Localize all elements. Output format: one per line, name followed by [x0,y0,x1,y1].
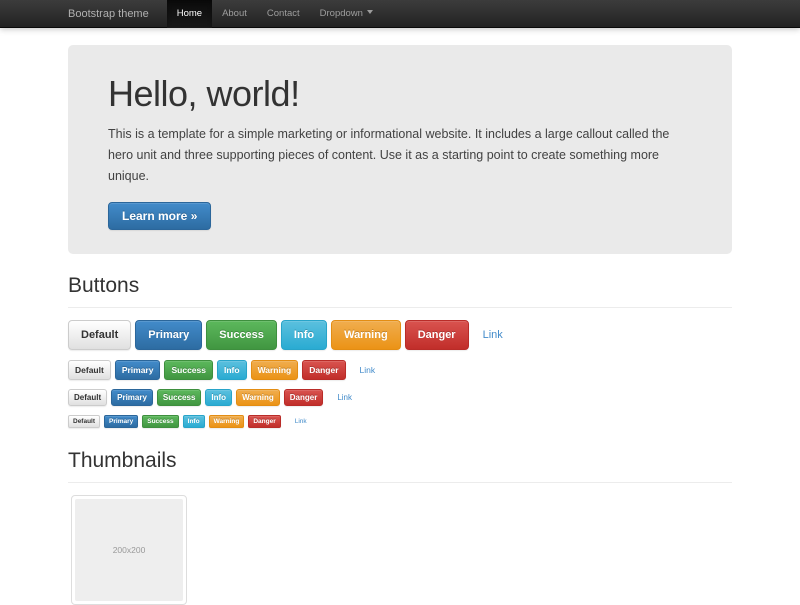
button-info-large[interactable]: Info [281,320,327,350]
chevron-down-icon [367,10,373,14]
buttons-heading: Buttons [68,274,732,298]
button-success-xsmall[interactable]: Success [142,415,178,428]
navbar-brand[interactable]: Bootstrap theme [68,0,167,28]
thumbnail-placeholder-image: 200x200 [75,499,183,601]
thumbnails-heading: Thumbnails [68,449,732,473]
button-default-small[interactable]: Default [68,389,107,406]
button-warning-xsmall[interactable]: Warning [209,415,245,428]
button-primary-medium[interactable]: Primary [115,360,161,380]
nav-item-home[interactable]: Home [167,0,212,28]
button-danger-small[interactable]: Danger [284,389,324,406]
button-primary-small[interactable]: Primary [111,389,153,406]
button-success-large[interactable]: Success [206,320,277,350]
nav-item-about[interactable]: About [212,0,257,28]
thumbnails-section-header: Thumbnails [68,449,732,483]
button-info-medium[interactable]: Info [217,360,247,380]
button-default-large[interactable]: Default [68,320,131,350]
button-warning-small[interactable]: Warning [236,389,280,406]
hero-description: This is a template for a simple marketin… [108,124,692,188]
button-primary-large[interactable]: Primary [135,320,202,350]
buttons-section-header: Buttons [68,274,732,308]
button-danger-medium[interactable]: Danger [302,360,345,380]
button-warning-large[interactable]: Warning [331,320,401,350]
hero-title: Hello, world! [108,75,692,113]
nav-item-dropdown[interactable]: Dropdown [310,0,383,28]
thumbnail-placeholder-label: 200x200 [113,545,146,555]
navbar: Bootstrap theme Home About Contact Dropd… [0,0,800,28]
button-row-default: Default Primary Success Info Warning Dan… [68,360,732,380]
button-success-medium[interactable]: Success [164,360,213,380]
button-success-small[interactable]: Success [157,389,201,406]
button-link-large[interactable]: Link [483,329,503,341]
navbar-container: Bootstrap theme Home About Contact Dropd… [68,0,732,28]
main-container: Hello, world! This is a template for a s… [68,45,732,605]
navbar-nav: Home About Contact Dropdown [167,0,383,28]
button-info-small[interactable]: Info [205,389,232,406]
button-primary-xsmall[interactable]: Primary [104,415,138,428]
button-info-xsmall[interactable]: Info [183,415,205,428]
button-danger-xsmall[interactable]: Danger [248,415,280,428]
button-default-medium[interactable]: Default [68,360,111,380]
nav-item-contact[interactable]: Contact [257,0,310,28]
button-row-extra-small: Default Primary Success Info Warning Dan… [68,415,732,428]
button-row-large: Default Primary Success Info Warning Dan… [68,320,732,350]
button-row-small: Default Primary Success Info Warning Dan… [68,389,732,406]
button-link-small[interactable]: Link [337,393,352,402]
button-link-medium[interactable]: Link [360,365,376,375]
hero-unit: Hello, world! This is a template for a s… [68,45,732,254]
button-link-xsmall[interactable]: Link [295,418,307,425]
thumbnail-item[interactable]: 200x200 [71,495,187,605]
button-warning-medium[interactable]: Warning [251,360,299,380]
learn-more-button[interactable]: Learn more » [108,202,211,230]
button-danger-large[interactable]: Danger [405,320,469,350]
button-default-xsmall[interactable]: Default [68,415,100,428]
nav-item-dropdown-label: Dropdown [320,8,363,19]
